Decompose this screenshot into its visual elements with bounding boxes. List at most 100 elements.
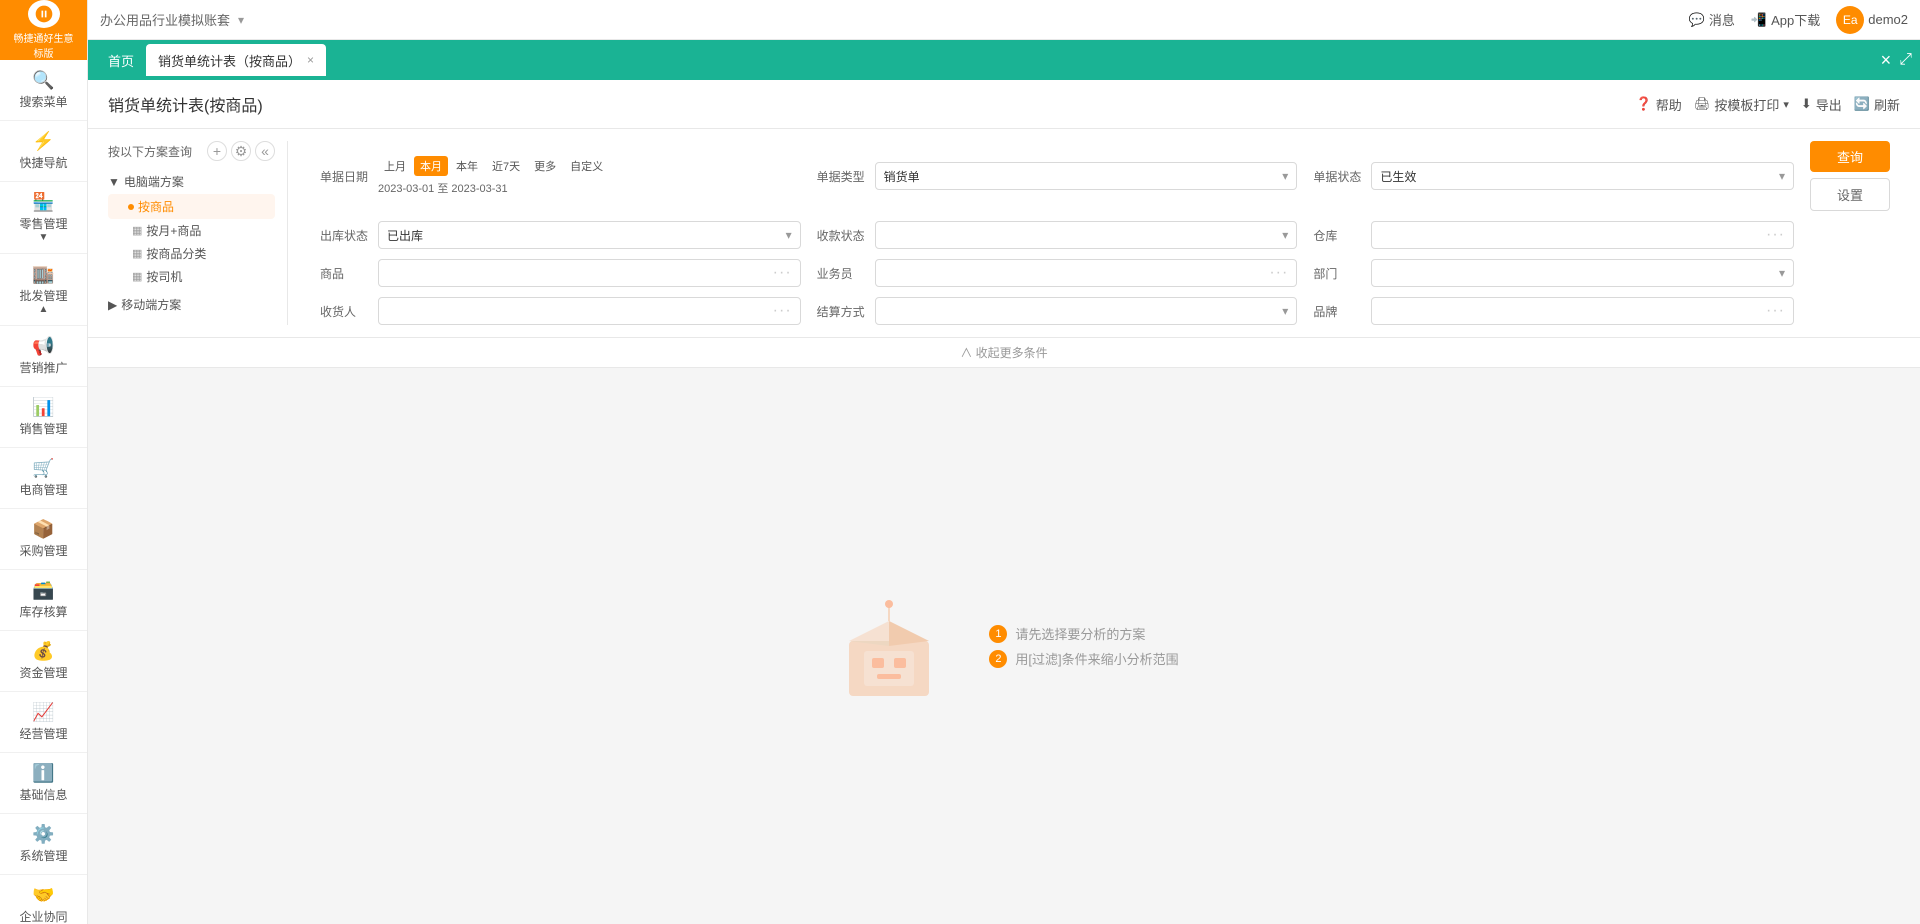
sidebar-sales-label: 销售管理 bbox=[19, 420, 67, 437]
tab-bar: 首页 销货单统计表（按商品） × × ⤢ bbox=[88, 40, 1920, 80]
doctype-value: 销货单 bbox=[884, 168, 920, 185]
ecommerce-icon: 🛒 bbox=[32, 458, 54, 479]
sidebar-item-wholesale[interactable]: 🏬 批发管理 ▲ bbox=[0, 254, 87, 326]
scheme-panel: 按以下方案查询 + ⚙ « bbox=[108, 141, 288, 325]
scheme-item-bymonth[interactable]: ▦ 按月+商品 bbox=[108, 219, 275, 242]
help-button[interactable]: ❓ 帮助 bbox=[1636, 95, 1682, 114]
sidebar-basic-label: 基础信息 bbox=[19, 786, 67, 803]
finance-icon: 💰 bbox=[32, 641, 54, 662]
department-select[interactable]: ▾ bbox=[1371, 259, 1794, 287]
help-label: 帮助 bbox=[1656, 95, 1682, 114]
goods-label: 商品 bbox=[320, 265, 370, 282]
sidebar-item-purchase[interactable]: 📦 采购管理 bbox=[0, 509, 87, 570]
scheme-item-bygoods[interactable]: 按商品 bbox=[108, 194, 275, 219]
scheme-settings-btn[interactable]: ⚙ bbox=[231, 141, 251, 161]
operations-icon: 📈 bbox=[32, 702, 54, 723]
scheme-item-bydriver[interactable]: ▦ 按司机 bbox=[108, 265, 275, 288]
sidebar-item-enterprise[interactable]: 🤝 企业协同 bbox=[0, 875, 87, 924]
user-profile[interactable]: Ea demo2 bbox=[1836, 6, 1908, 34]
goods-select[interactable]: ··· bbox=[378, 259, 801, 287]
sidebar-item-inventory[interactable]: 🗃️ 库存核算 bbox=[0, 570, 87, 631]
date-tab-thisyear[interactable]: 本年 bbox=[450, 156, 484, 176]
refresh-button[interactable]: 🔄 刷新 bbox=[1854, 95, 1900, 114]
date-tabs: 上月 本月 本年 近7天 更多 自定义 bbox=[378, 156, 801, 176]
grid-icon-month: ▦ bbox=[132, 224, 142, 237]
page-header: 销货单统计表(按商品) ❓ 帮助 🖨 按模板打印 ▾ ⬇ 导出 🔄 刷新 bbox=[88, 80, 1920, 129]
export-icon: ⬇ bbox=[1801, 96, 1812, 112]
outstatus-select[interactable]: 已出库 ▾ bbox=[378, 221, 801, 249]
sidebar-item-basic[interactable]: ℹ️ 基础信息 bbox=[0, 753, 87, 814]
empty-content: 1 请先选择要分析的方案 2 用[过滤]条件来缩小分析范围 bbox=[829, 586, 1178, 706]
date-tab-custom[interactable]: 自定义 bbox=[564, 156, 609, 176]
settings-button[interactable]: 设置 bbox=[1810, 178, 1890, 211]
doctype-select[interactable]: 销货单 ▾ bbox=[875, 162, 1298, 190]
sidebar-item-finance[interactable]: 💰 资金管理 bbox=[0, 631, 87, 692]
scheme-item-bycategory[interactable]: ▦ 按商品分类 bbox=[108, 242, 275, 265]
filter-date-row: 单据日期 上月 本月 本年 近7天 更多 自定义 2023-03-01 至 20… bbox=[320, 156, 801, 196]
sidebar-item-search[interactable]: 🔍 搜索菜单 bbox=[0, 60, 87, 121]
message-icon: 💬 bbox=[1689, 12, 1705, 28]
filter-controls: 单据日期 上月 本月 本年 近7天 更多 自定义 2023-03-01 至 20… bbox=[304, 141, 1900, 325]
step2-num: 2 bbox=[989, 650, 1007, 668]
maximize-window-icon[interactable]: ⤢ bbox=[1899, 51, 1912, 69]
empty-step-1: 1 请先选择要分析的方案 bbox=[989, 624, 1178, 643]
wholesale-icon: 🏬 bbox=[32, 264, 54, 285]
header-dropdown-icon[interactable]: ▾ bbox=[238, 13, 244, 27]
salesperson-select[interactable]: ··· bbox=[875, 259, 1298, 287]
sidebar-item-quicknav[interactable]: ⚡ 快捷导航 bbox=[0, 121, 87, 182]
paymentstatus-select[interactable]: ▾ bbox=[875, 221, 1298, 249]
date-tab-7days[interactable]: 近7天 bbox=[486, 156, 526, 176]
app-download-label: App下载 bbox=[1771, 10, 1820, 29]
date-tab-lastmonth[interactable]: 上月 bbox=[378, 156, 412, 176]
mobile-group-expand-icon: ▶ bbox=[108, 298, 117, 312]
collapse-bar[interactable]: ∧ 收起更多条件 bbox=[88, 338, 1920, 368]
export-button[interactable]: ⬇ 导出 bbox=[1801, 95, 1842, 114]
marketing-icon: 📢 bbox=[32, 336, 54, 357]
outstatus-arrow-icon: ▾ bbox=[786, 228, 792, 242]
message-button[interactable]: 💬 消息 bbox=[1689, 10, 1735, 29]
tab-home[interactable]: 首页 bbox=[96, 44, 146, 76]
filter-row-4: 收货人 ··· 结算方式 ▾ bbox=[320, 297, 1900, 325]
filter-doctype-row: 单据类型 销货单 ▾ bbox=[817, 162, 1298, 190]
empty-steps: 1 请先选择要分析的方案 2 用[过滤]条件来缩小分析范围 bbox=[989, 624, 1178, 668]
date-filter: 上月 本月 本年 近7天 更多 自定义 2023-03-01 至 2023-03… bbox=[378, 156, 801, 196]
sidebar: 畅捷通好生意 标版 🔍 搜索菜单 ⚡ 快捷导航 🏪 零售管理 ▼ 🏬 批发管理 … bbox=[0, 0, 88, 924]
docstatus-arrow-icon: ▾ bbox=[1779, 169, 1785, 183]
mobile-scheme-title[interactable]: ▶ 移动端方案 bbox=[108, 292, 275, 317]
query-button[interactable]: 查询 bbox=[1810, 141, 1890, 172]
sidebar-item-marketing[interactable]: 📢 营销推广 bbox=[0, 326, 87, 387]
brand-select[interactable]: ··· bbox=[1371, 297, 1794, 325]
print-button[interactable]: 🖨 按模板打印 ▾ bbox=[1694, 95, 1789, 114]
sidebar-item-system[interactable]: ⚙️ 系统管理 bbox=[0, 814, 87, 875]
sidebar-item-sales[interactable]: 📊 销售管理 bbox=[0, 387, 87, 448]
tab-active[interactable]: 销货单统计表（按商品） × bbox=[146, 44, 326, 76]
salesperson-label: 业务员 bbox=[817, 265, 867, 282]
tab-close-icon[interactable]: × bbox=[307, 53, 314, 67]
sidebar-enterprise-label: 企业协同 bbox=[19, 908, 67, 924]
pc-scheme-title[interactable]: ▼ 电脑端方案 bbox=[108, 169, 275, 194]
date-range: 2023-03-01 至 2023-03-31 bbox=[378, 180, 801, 196]
sidebar-item-retail[interactable]: 🏪 零售管理 ▼ bbox=[0, 182, 87, 254]
close-window-icon[interactable]: × bbox=[1881, 50, 1892, 71]
pc-group-expand-icon: ▼ bbox=[108, 175, 120, 189]
avatar-initials: Ea bbox=[1843, 13, 1858, 27]
docstatus-label: 单据状态 bbox=[1313, 168, 1363, 185]
sidebar-item-operations[interactable]: 📈 经营管理 bbox=[0, 692, 87, 753]
app-download-button[interactable]: 📲 App下载 bbox=[1751, 10, 1820, 29]
step1-num: 1 bbox=[989, 625, 1007, 643]
settlement-select[interactable]: ▾ bbox=[875, 297, 1298, 325]
scheme-collapse-btn[interactable]: « bbox=[255, 141, 275, 161]
date-tab-thismonth[interactable]: 本月 bbox=[414, 156, 448, 176]
department-label: 部门 bbox=[1313, 265, 1363, 282]
date-tab-more[interactable]: 更多 bbox=[528, 156, 562, 176]
scheme-title: 按以下方案查询 bbox=[108, 143, 192, 160]
date-label: 单据日期 bbox=[320, 168, 370, 185]
docstatus-select[interactable]: 已生效 ▾ bbox=[1371, 162, 1794, 190]
sidebar-item-ecommerce[interactable]: 🛒 电商管理 bbox=[0, 448, 87, 509]
sidebar-quicknav-label: 快捷导航 bbox=[19, 154, 67, 171]
scheme-add-btn[interactable]: + bbox=[207, 141, 227, 161]
print-icon: 🖨 bbox=[1694, 96, 1711, 112]
sidebar-inventory-label: 库存核算 bbox=[19, 603, 67, 620]
receiver-select[interactable]: ··· bbox=[378, 297, 801, 325]
warehouse-select[interactable]: ··· bbox=[1371, 221, 1794, 249]
